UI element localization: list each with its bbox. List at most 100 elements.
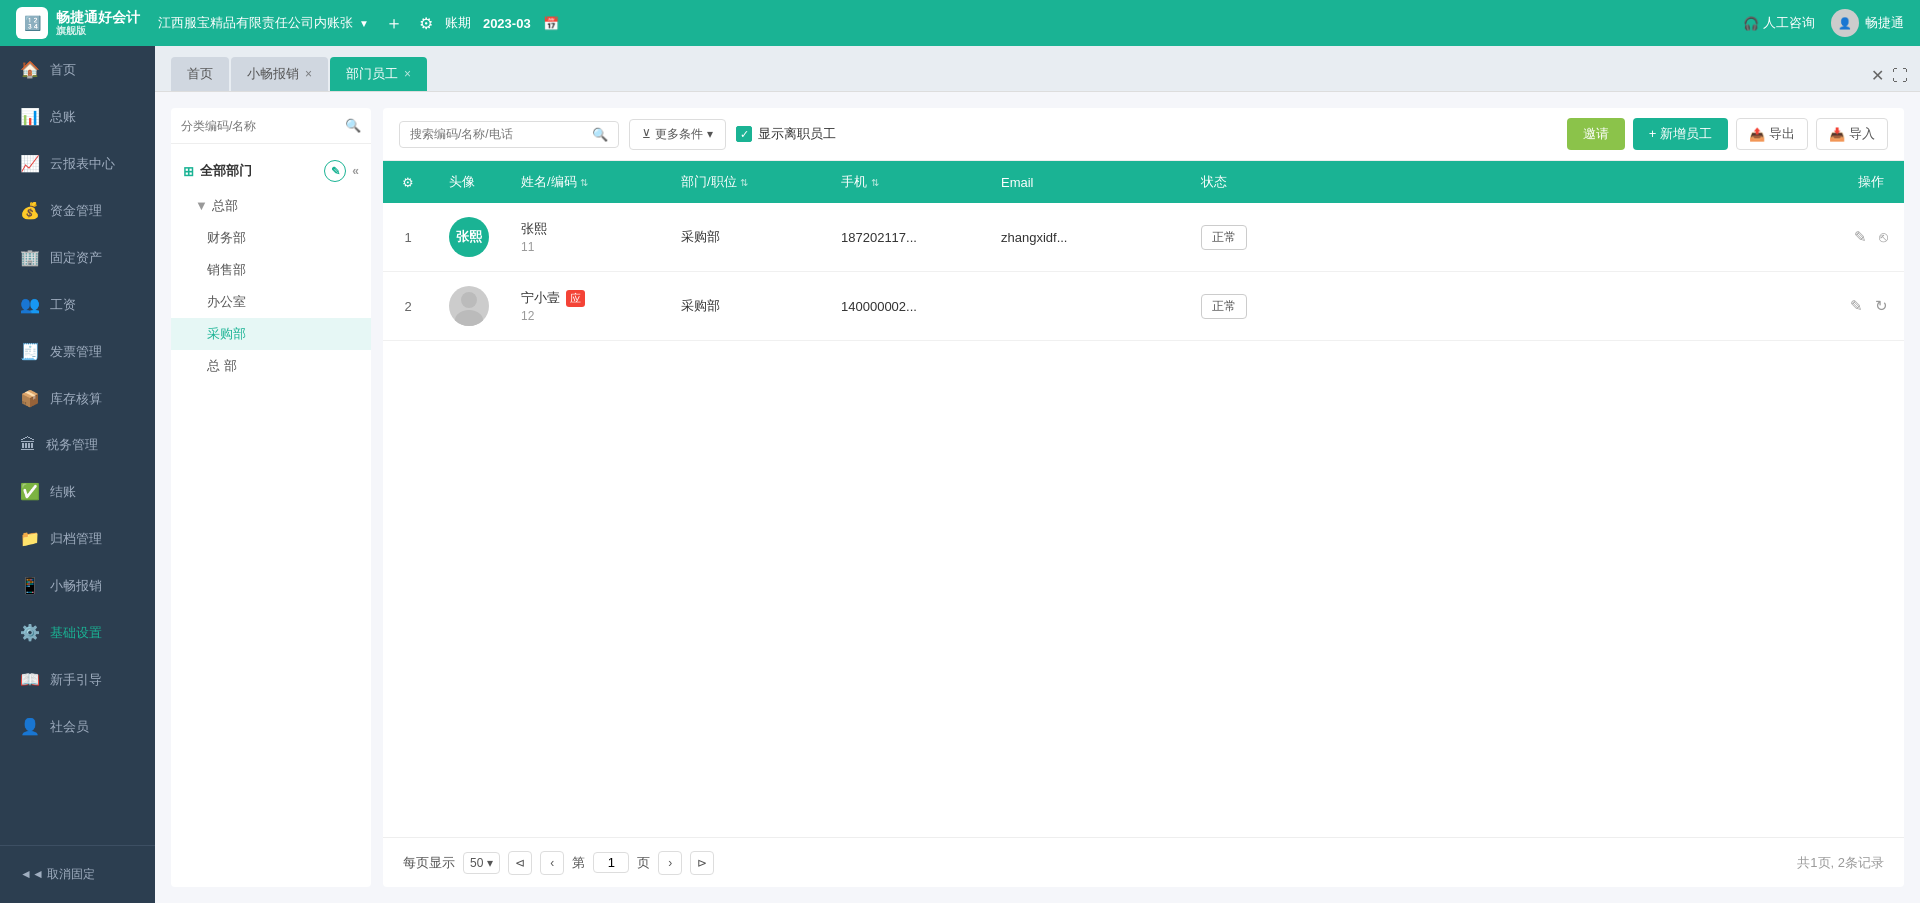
add-tab-button[interactable]: ＋ (381, 11, 407, 35)
sidebar-item-ledger[interactable]: 📊 总账 (0, 93, 155, 140)
filter-label: 更多条件 (655, 126, 703, 143)
last-page-button[interactable]: ⊳ (690, 851, 714, 875)
edit-icon[interactable]: ✎ (1854, 228, 1867, 246)
prev-page-button[interactable]: ‹ (540, 851, 564, 875)
dept-all-button[interactable]: ⊞ 全部部门 ✎ « (171, 152, 371, 190)
logo-text: 畅捷通好会计 旗舰版 (56, 9, 140, 38)
svg-point-1 (455, 310, 483, 326)
col-phone[interactable]: 手机 ⇅ (825, 161, 985, 203)
settings-gear-icon: ⚙️ (20, 623, 40, 642)
user-area[interactable]: 👤 畅捷通 (1831, 9, 1904, 37)
tab-bar: 首页 小畅报销 × 部门员工 × ✕ ⛶ (155, 46, 1920, 92)
tab-employees-label: 部门员工 (346, 65, 398, 83)
sidebar-item-guide[interactable]: 📖 新手引导 (0, 656, 155, 703)
settings-icon[interactable]: ⚙ (419, 14, 433, 33)
sidebar-item-archive[interactable]: 📁 归档管理 (0, 515, 155, 562)
logout-icon[interactable]: ⎋ (1879, 228, 1888, 246)
dept-node-office[interactable]: 办公室 (171, 286, 371, 318)
support-label: 人工咨询 (1763, 14, 1815, 32)
invite-button[interactable]: 邀请 (1567, 118, 1625, 150)
next-page-button[interactable]: › (658, 851, 682, 875)
refresh-icon[interactable]: ↻ (1875, 297, 1888, 315)
ying-badge: 应 (566, 290, 585, 307)
sidebar-item-label: 库存核算 (50, 390, 102, 408)
sidebar-item-closing[interactable]: ✅ 结账 (0, 468, 155, 515)
sidebar-item-funds[interactable]: 💰 资金管理 (0, 187, 155, 234)
main-layout: 🏠 首页 📊 总账 📈 云报表中心 💰 资金管理 🏢 固定资产 👥 工资 🧾 发… (0, 46, 1920, 903)
col-dept[interactable]: 部门/职位 ⇅ (665, 161, 825, 203)
search-input[interactable] (410, 127, 586, 141)
export-button[interactable]: 📤 导出 (1736, 118, 1808, 150)
sidebar-item-label: 资金管理 (50, 202, 102, 220)
sidebar-item-reports[interactable]: 📈 云报表中心 (0, 140, 155, 187)
tab-home[interactable]: 首页 (171, 57, 229, 91)
sidebar-item-invoice[interactable]: 🧾 发票管理 (0, 328, 155, 375)
edit-icon[interactable]: ✎ (1850, 297, 1863, 315)
company-selector[interactable]: 江西服宝精品有限责任公司内账张 ▼ (158, 14, 369, 32)
sidebar-item-assets[interactable]: 🏢 固定资产 (0, 234, 155, 281)
sidebar-item-label: 总账 (50, 108, 76, 126)
tab-employees[interactable]: 部门员工 × (330, 57, 427, 91)
export-icon: 📤 (1749, 127, 1765, 142)
filter-chevron-icon: ▾ (707, 127, 713, 141)
actions-cell: ✎ ↻ (1385, 272, 1904, 341)
sidebar-item-label: 小畅报销 (50, 577, 102, 595)
tab-expense[interactable]: 小畅报销 × (231, 57, 328, 91)
sidebar-item-social[interactable]: 👤 社会员 (0, 703, 155, 750)
content-area: 首页 小畅报销 × 部门员工 × ✕ ⛶ 🔍 (155, 46, 1920, 903)
dept-node-purchase[interactable]: 采购部 (171, 318, 371, 350)
col-settings[interactable]: ⚙ (383, 161, 433, 203)
invoice-icon: 🧾 (20, 342, 40, 361)
support-button[interactable]: 🎧 人工咨询 (1743, 14, 1815, 32)
page-suffix: 页 (637, 854, 650, 872)
import-label: 导入 (1849, 125, 1875, 143)
phone-cell: 140000002... (825, 272, 985, 341)
filter-icon: ⊻ (642, 127, 651, 141)
dept-node-finance[interactable]: 财务部 (171, 222, 371, 254)
table-row: 1 张熙 张熙 11 (383, 203, 1904, 272)
avatar: 👤 (1831, 9, 1859, 37)
add-employee-button[interactable]: + 新增员工 (1633, 118, 1728, 150)
sidebar-item-home[interactable]: 🏠 首页 (0, 46, 155, 93)
show-resigned-toggle[interactable]: ✓ 显示离职员工 (736, 125, 836, 143)
col-name-code[interactable]: 姓名/编码 ⇅ (505, 161, 665, 203)
name-code-cell: 宁小壹 应 12 (505, 272, 665, 341)
dept-search-input[interactable] (181, 119, 339, 133)
sidebar-item-payroll[interactable]: 👥 工资 (0, 281, 155, 328)
close-tab-icon[interactable]: ✕ (1871, 66, 1884, 85)
dept-node-general[interactable]: 总 部 (171, 350, 371, 382)
filter-button[interactable]: ⊻ 更多条件 ▾ (629, 119, 726, 150)
expand-tab-icon[interactable]: ⛶ (1892, 67, 1908, 85)
logo-area: 🔢 畅捷通好会计 旗舰版 (16, 7, 146, 39)
tab-actions: ✕ ⛶ (1859, 66, 1920, 91)
tab-expense-label: 小畅报销 (247, 65, 299, 83)
import-button[interactable]: 📥 导入 (1816, 118, 1888, 150)
grid-icon: ⊞ (183, 164, 194, 179)
name-row: 张熙 (521, 220, 649, 238)
tab-employees-close[interactable]: × (404, 67, 411, 81)
search-icon[interactable]: 🔍 (592, 127, 608, 142)
sidebar-item-settings[interactable]: ⚙️ 基础设置 (0, 609, 155, 656)
dept-node-zongbu[interactable]: ▼总部 (171, 190, 371, 222)
dept-collapse-icon[interactable]: « (352, 164, 359, 178)
tab-expense-close[interactable]: × (305, 67, 312, 81)
cancel-pin-button[interactable]: ◄◄ 取消固定 (0, 856, 155, 893)
employee-code: 12 (521, 309, 649, 323)
collapse-arrow: ▼ (195, 198, 208, 213)
page-input[interactable] (593, 852, 629, 873)
sidebar-item-expense[interactable]: 📱 小畅报销 (0, 562, 155, 609)
calendar-icon[interactable]: 📅 (543, 16, 559, 31)
first-page-button[interactable]: ⊲ (508, 851, 532, 875)
sidebar-item-inventory[interactable]: 📦 库存核算 (0, 375, 155, 422)
col-email: Email (985, 161, 1185, 203)
dept-search-icon[interactable]: 🔍 (345, 118, 361, 133)
table: ⚙ 头像 姓名/编码 ⇅ 部门/职位 ⇅ 手机 ⇅ (383, 161, 1904, 341)
home-icon: 🏠 (20, 60, 40, 79)
chevron-down-icon: ▼ (359, 18, 369, 29)
sidebar-item-tax[interactable]: 🏛 税务管理 (0, 422, 155, 468)
add-employee-label: + 新增员工 (1649, 125, 1712, 143)
page-label: 第 (572, 854, 585, 872)
dept-node-sales[interactable]: 销售部 (171, 254, 371, 286)
dept-edit-icon[interactable]: ✎ (324, 160, 346, 182)
per-page-select[interactable]: 50 ▾ (463, 852, 500, 874)
